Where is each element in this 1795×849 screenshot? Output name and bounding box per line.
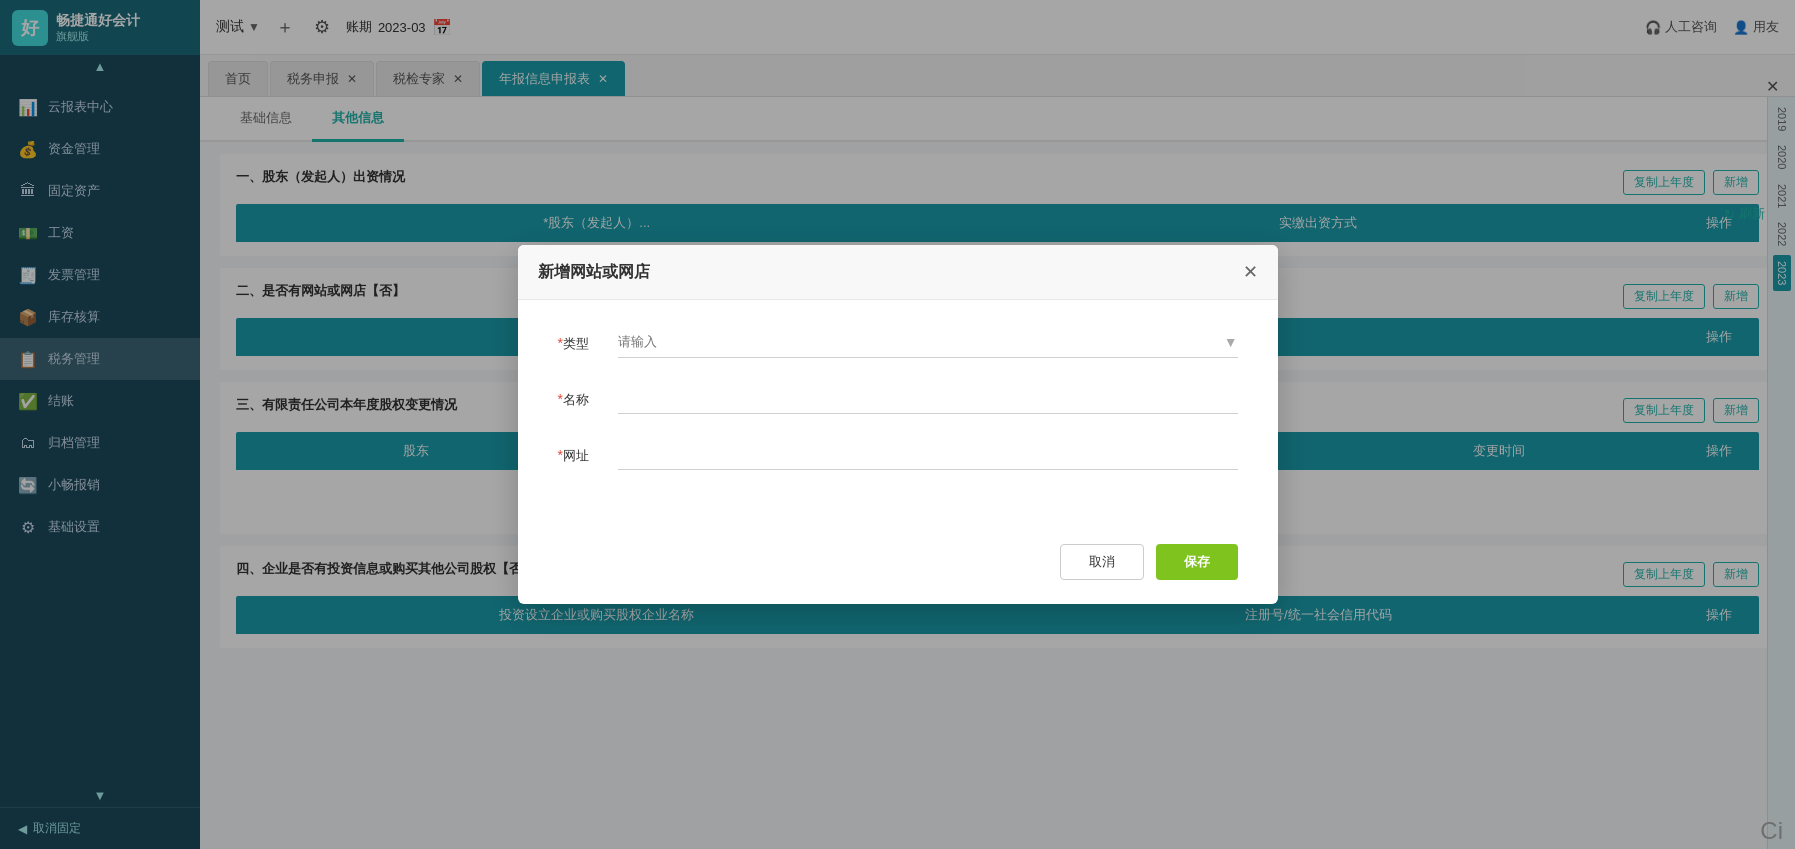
modal-close-button[interactable]: ✕ — [1243, 261, 1258, 283]
name-input-wrap — [618, 386, 1238, 414]
save-button[interactable]: 保存 — [1156, 544, 1238, 580]
url-input[interactable] — [618, 442, 1238, 465]
name-input[interactable] — [618, 386, 1238, 409]
type-input[interactable] — [618, 330, 1224, 353]
type-dropdown-icon[interactable]: ▼ — [1224, 334, 1238, 350]
modal-body: *类型 ▼ *名称 *网址 — [518, 300, 1278, 528]
url-label: *网址 — [558, 447, 618, 465]
modal-field-type: *类型 ▼ — [558, 330, 1238, 358]
type-input-wrap: ▼ — [618, 330, 1238, 358]
modal-header: 新增网站或网店 ✕ — [518, 245, 1278, 300]
cancel-button[interactable]: 取消 — [1060, 544, 1144, 580]
name-label: *名称 — [558, 391, 618, 409]
modal-field-name: *名称 — [558, 386, 1238, 414]
type-label: *类型 — [558, 335, 618, 353]
modal-field-url: *网址 — [558, 442, 1238, 470]
modal-add-website: 新增网站或网店 ✕ *类型 ▼ *名称 — [518, 245, 1278, 604]
modal-footer: 取消 保存 — [518, 528, 1278, 604]
modal-overlay: 新增网站或网店 ✕ *类型 ▼ *名称 — [0, 0, 1795, 849]
url-input-wrap — [618, 442, 1238, 470]
modal-title: 新增网站或网店 — [538, 262, 650, 283]
